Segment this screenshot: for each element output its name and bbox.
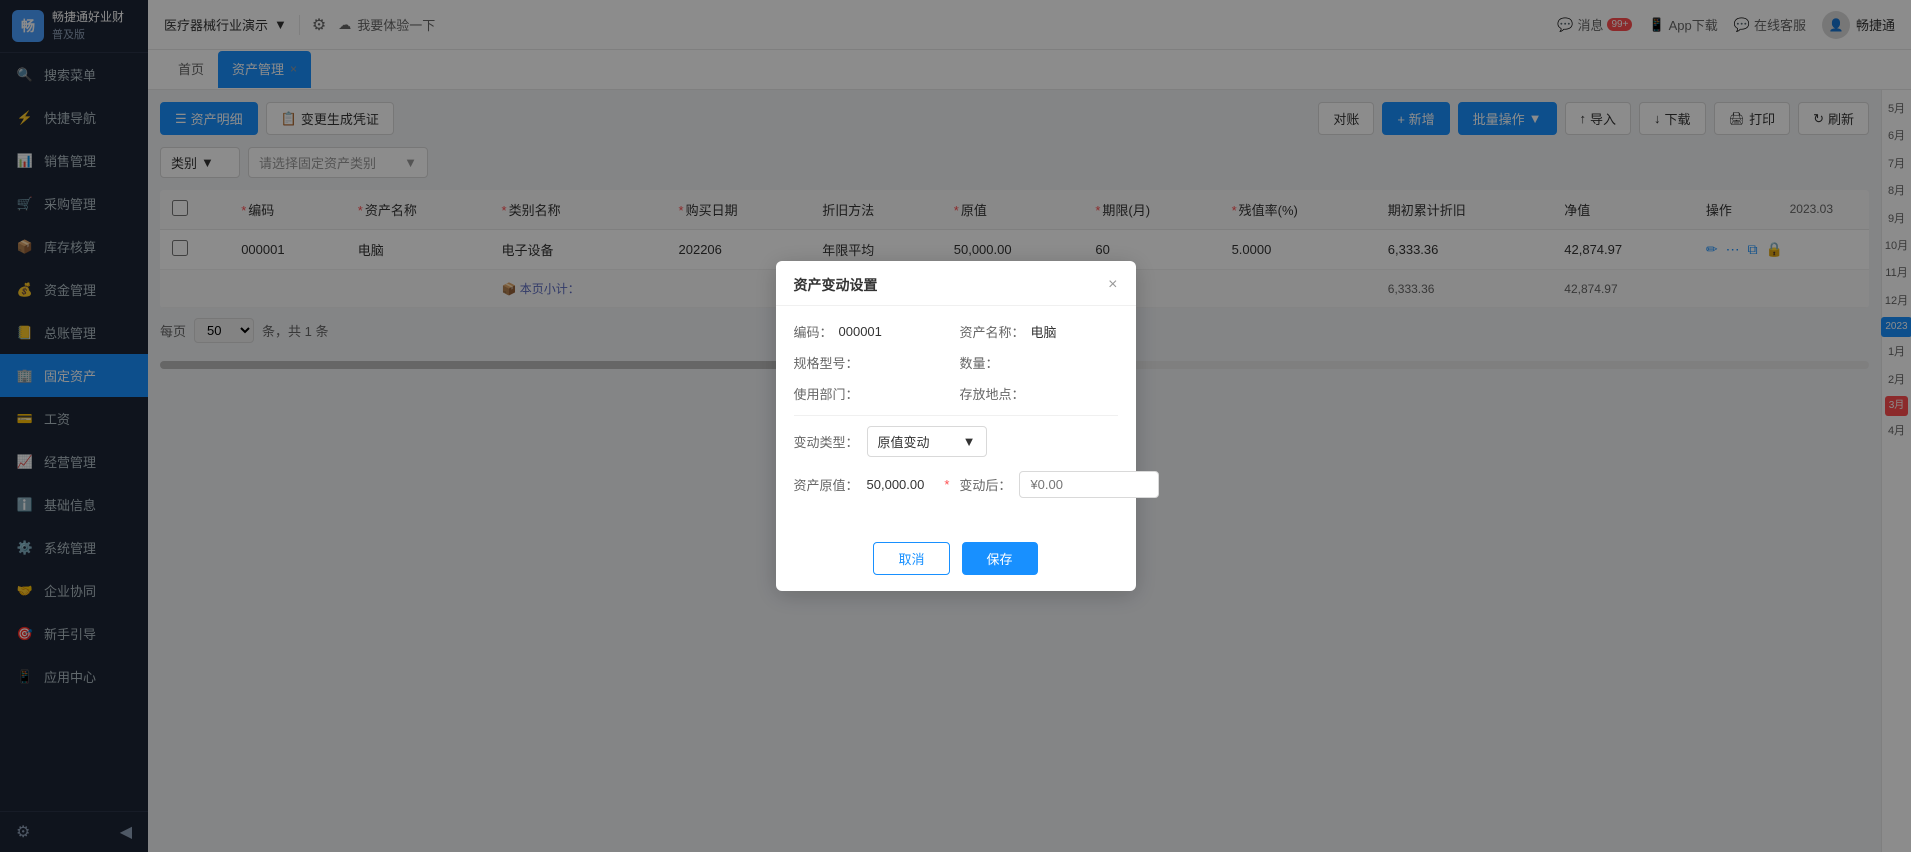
- change-type-chevron: ▼: [963, 434, 976, 449]
- asset-value-value: 50,000.00: [867, 477, 925, 492]
- dialog-title: 资产变动设置: [794, 275, 878, 295]
- dialog-value-row: 资产原值： 50,000.00 * 变动后：: [794, 471, 1118, 498]
- dialog-row-3: 使用部门： 存放地点：: [794, 384, 1118, 403]
- dialog-location-field: 存放地点：: [960, 384, 1118, 403]
- dialog-row-2: 规格型号： 数量：: [794, 353, 1118, 372]
- dialog-header: 资产变动设置 ×: [776, 261, 1136, 306]
- department-label: 使用部门：: [794, 384, 859, 403]
- cancel-btn[interactable]: 取消: [873, 542, 949, 575]
- after-change-input[interactable]: [1019, 471, 1159, 498]
- dialog-footer: 取消 保存: [776, 530, 1136, 591]
- change-type-value: 原值变动: [878, 432, 930, 451]
- change-type-label: 变动类型：: [794, 432, 859, 451]
- quantity-label: 数量：: [960, 353, 999, 372]
- code-value: 000001: [839, 324, 882, 339]
- change-type-select[interactable]: 原值变动 ▼: [867, 426, 987, 457]
- dialog-code-field: 编码： 000001: [794, 322, 952, 341]
- spec-label: 规格型号：: [794, 353, 859, 372]
- code-label: 编码：: [794, 322, 833, 341]
- dialog-change-type-row: 变动类型： 原值变动 ▼: [794, 426, 1118, 457]
- dialog-divider: [794, 415, 1118, 416]
- dialog-spec-field: 规格型号：: [794, 353, 952, 372]
- asset-change-dialog: 资产变动设置 × 编码： 000001 资产名称： 电脑 规格型号：: [776, 261, 1136, 591]
- save-btn[interactable]: 保存: [962, 542, 1038, 575]
- dialog-department-field: 使用部门：: [794, 384, 952, 403]
- after-change-label: 变动后：: [959, 475, 1011, 494]
- asset-name-label: 资产名称：: [960, 322, 1025, 341]
- dialog-asset-name-field: 资产名称： 电脑: [960, 322, 1118, 341]
- dialog-quantity-field: 数量：: [960, 353, 1118, 372]
- dialog-row-1: 编码： 000001 资产名称： 电脑: [794, 322, 1118, 341]
- required-mark: *: [944, 477, 949, 492]
- dialog-body: 编码： 000001 资产名称： 电脑 规格型号： 数量：: [776, 306, 1136, 530]
- location-label: 存放地点：: [960, 384, 1025, 403]
- dialog-close-btn[interactable]: ×: [1108, 276, 1117, 294]
- asset-value-label: 资产原值：: [794, 475, 859, 494]
- dialog-overlay: 资产变动设置 × 编码： 000001 资产名称： 电脑 规格型号：: [0, 0, 1911, 852]
- asset-name-value: 电脑: [1031, 322, 1057, 341]
